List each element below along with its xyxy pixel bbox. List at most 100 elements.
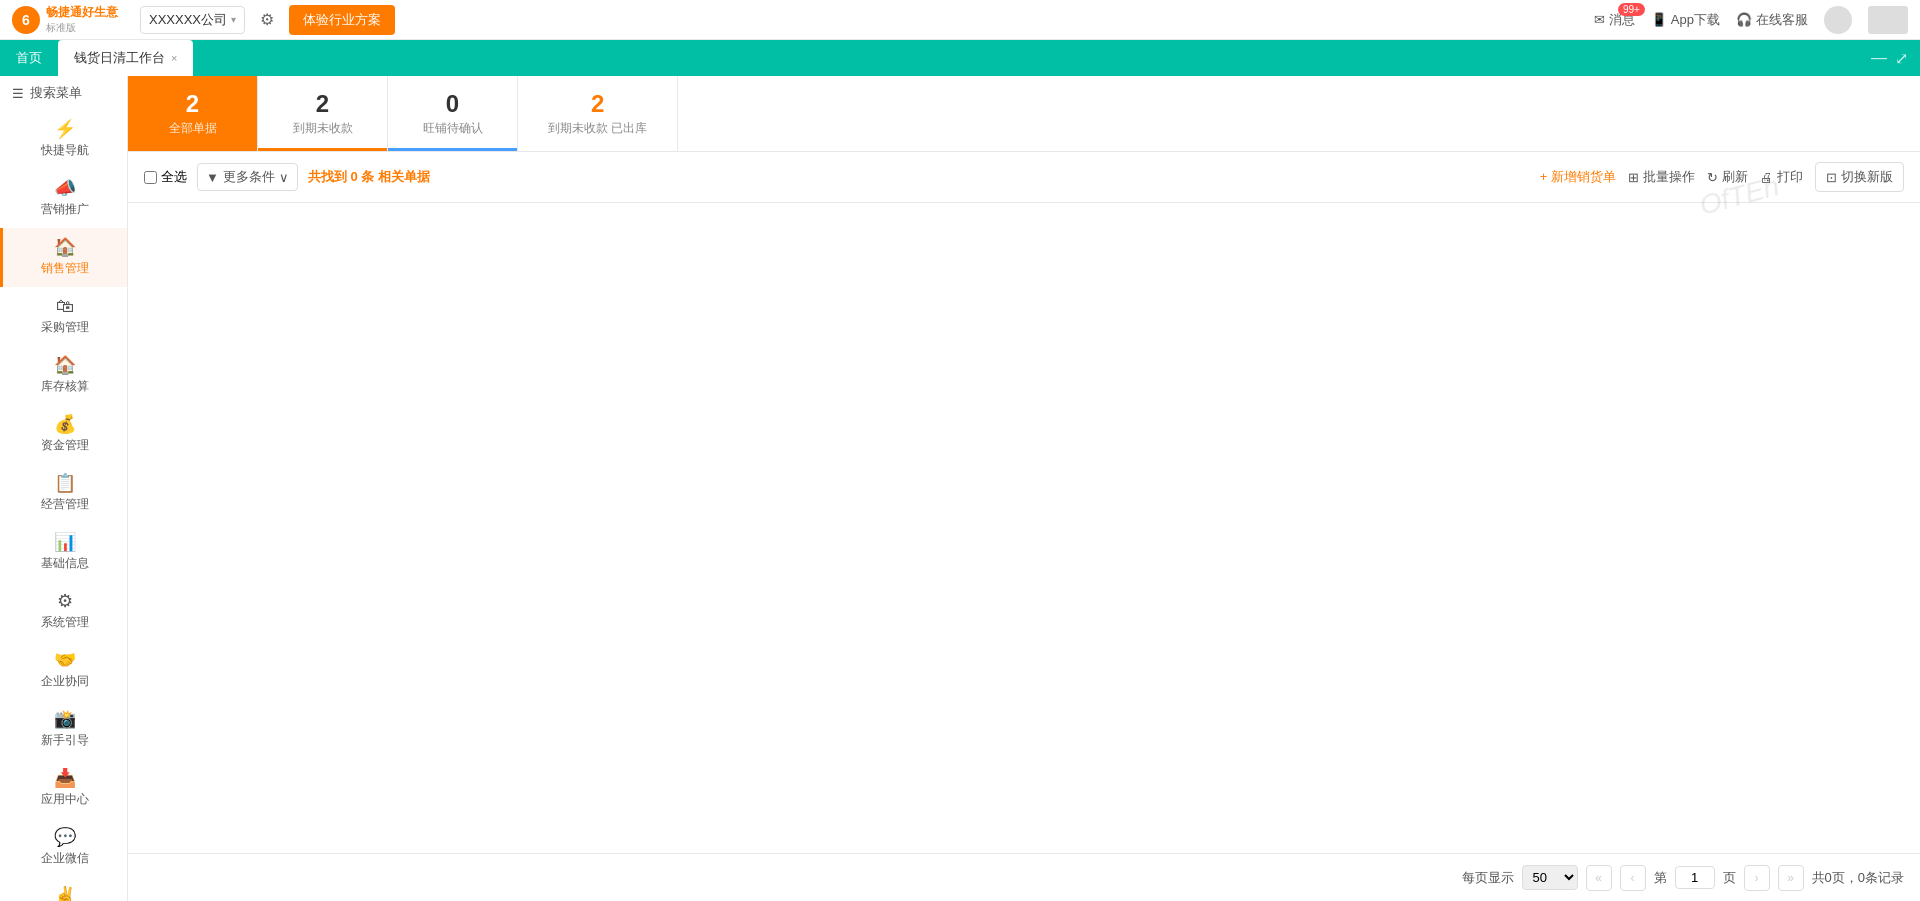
maximize-icon[interactable]: ⤢ [1895,49,1908,68]
stat-card-all[interactable]: 2 全部单据 [128,76,258,151]
headset-icon: 🎧 [1736,12,1752,27]
batch-operation-button[interactable]: ⊞ 批量操作 [1628,168,1695,186]
switch-icon: ⊡ [1826,170,1837,185]
sidebar-item-apps[interactable]: 📥 应用中心 [0,759,127,818]
online-service-button[interactable]: 🎧 在线客服 [1736,11,1808,29]
last-page-button[interactable]: » [1778,865,1804,891]
company-selector[interactable]: XXXXXX公司 ▾ [140,6,245,34]
logo-area: 6 畅捷通好生意 标准版 [12,4,140,35]
user-menu[interactable] [1868,6,1908,34]
tab-home[interactable]: 首页 [0,40,58,76]
basic-info-icon: 📊 [54,533,76,551]
next-page-button[interactable]: › [1744,865,1770,891]
trial-button[interactable]: 体验行业方案 [289,5,395,35]
filter-icon: ▼ [206,170,219,185]
stat-underline-wangpu [388,148,517,151]
chevron-down-icon: ▾ [231,14,236,25]
logo-icon: 6 [12,6,40,34]
settings-icon[interactable]: ⚙ [253,6,281,34]
stat-card-shipped[interactable]: 2 到期未收款 已出库 [518,76,678,151]
message-button[interactable]: ✉ 消息 99+ [1594,11,1635,29]
page-size-select[interactable]: 50 20 100 [1522,865,1578,890]
content-area: 2 全部单据 2 到期未收款 0 旺铺待确认 2 到期未收款 已出库 [128,76,1920,901]
pagination-bar: 每页显示 50 20 100 « ‹ 第 页 › » 共0页，0条记录 [128,853,1920,901]
batch-icon: ⊞ [1628,170,1639,185]
total-text: 共0页，0条记录 [1812,869,1904,887]
purchase-icon: 🛍 [56,297,74,315]
top-header: 6 畅捷通好生意 标准版 XXXXXX公司 ▾ ⚙ 体验行业方案 ✉ 消息 99… [0,0,1920,40]
message-badge: 99+ [1618,3,1645,16]
sidebar-item-sales[interactable]: 🏠 销售管理 [0,228,127,287]
add-order-button[interactable]: + 新增销货单 [1540,168,1616,186]
sales-icon: 🏠 [54,238,76,256]
sidebar-item-cooperation[interactable]: 🤝 企业协同 [0,641,127,700]
stat-card-wangpu[interactable]: 0 旺铺待确认 [388,76,518,151]
finance-icon: 💰 [54,415,76,433]
operations-icon: 📋 [54,474,76,492]
sidebar-item-quick-nav[interactable]: ⚡ 快捷导航 [0,110,127,169]
main-layout: ☰ 搜索菜单 ⚡ 快捷导航 📣 营销推广 🏠 销售管理 🛍 采购管理 🏠 库存核… [0,76,1920,901]
refresh-icon: ↻ [1707,170,1718,185]
search-menu-button[interactable]: ☰ 搜索菜单 [0,76,127,110]
logo-text: 畅捷通好生意 标准版 [46,4,118,35]
quick-nav-icon: ⚡ [54,120,76,138]
sidebar-item-marketing[interactable]: 📣 营销推广 [0,169,127,228]
sidebar: ☰ 搜索菜单 ⚡ 快捷导航 📣 营销推广 🏠 销售管理 🛍 采购管理 🏠 库存核… [0,76,128,901]
member-icon: ✌ [54,887,76,901]
sidebar-item-guide[interactable]: 📸 新手引导 [0,700,127,759]
toolbar-left: 全选 ▼ 更多条件 ∨ 共找到 0 条 相关单据 [144,163,430,191]
toolbar: 全选 ▼ 更多条件 ∨ 共找到 0 条 相关单据 + 新增销货单 [128,152,1920,203]
print-button[interactable]: 🖨 打印 [1760,168,1803,186]
cooperation-icon: 🤝 [54,651,76,669]
sidebar-item-basic-info[interactable]: 📊 基础信息 [0,523,127,582]
inventory-icon: 🏠 [54,356,76,374]
select-all-input[interactable] [144,171,157,184]
search-icon: ☰ [12,86,24,101]
sidebar-item-inventory[interactable]: 🏠 库存核算 [0,346,127,405]
sidebar-item-operations[interactable]: 📋 经营管理 [0,464,127,523]
stat-underline-overdue [258,148,387,151]
nav-tabs: 首页 钱货日清工作台 × — ⤢ [0,40,1920,76]
select-all-checkbox[interactable]: 全选 [144,168,187,186]
stat-label-overdue: 到期未收款 [293,120,353,137]
switch-version-button[interactable]: ⊡ 切换新版 [1815,162,1904,192]
sidebar-item-member[interactable]: ✌ 畅会员 [0,877,127,901]
table-area [128,203,1920,853]
print-icon: 🖨 [1760,170,1773,185]
stat-card-overdue[interactable]: 2 到期未收款 [258,76,388,151]
page-number-input[interactable] [1675,866,1715,889]
stat-label-wangpu: 旺铺待确认 [423,120,483,137]
minimize-icon[interactable]: — [1871,49,1887,67]
first-page-button[interactable]: « [1586,865,1612,891]
prev-page-button[interactable]: ‹ [1620,865,1646,891]
stats-row: 2 全部单据 2 到期未收款 0 旺铺待确认 2 到期未收款 已出库 [128,76,1920,152]
sidebar-item-wechat[interactable]: 💬 企业微信 [0,818,127,877]
guide-icon: 📸 [54,710,76,728]
header-right: ✉ 消息 99+ 📱 App下载 🎧 在线客服 [1594,6,1908,34]
filter-button[interactable]: ▼ 更多条件 ∨ [197,163,298,191]
stat-label-shipped: 到期未收款 已出库 [548,120,647,137]
sidebar-item-purchase[interactable]: 🛍 采购管理 [0,287,127,346]
marketing-icon: 📣 [54,179,76,197]
toolbar-right: + 新增销货单 ⊞ 批量操作 ↻ 刷新 🖨 打印 ⊡ 切换新版 [1540,162,1904,192]
message-icon: ✉ [1594,12,1605,27]
apps-icon: 📥 [54,769,76,787]
stat-num-shipped: 2 [591,90,604,118]
tab-close-icon[interactable]: × [171,52,177,64]
stat-num-all: 2 [186,90,199,118]
avatar[interactable] [1824,6,1852,34]
download-icon: 📱 [1651,12,1667,27]
stat-num-overdue: 2 [316,90,329,118]
sidebar-item-finance[interactable]: 💰 资金管理 [0,405,127,464]
chevron-down-icon: ∨ [279,170,289,185]
tab-actions: — ⤢ [1871,49,1920,68]
app-download-button[interactable]: 📱 App下载 [1651,11,1720,29]
sidebar-item-system[interactable]: ⚙ 系统管理 [0,582,127,641]
stat-underline-all [128,148,257,151]
wechat-icon: 💬 [54,828,76,846]
refresh-button[interactable]: ↻ 刷新 [1707,168,1748,186]
stat-num-wangpu: 0 [446,90,459,118]
count-text: 共找到 0 条 相关单据 [308,168,430,186]
system-icon: ⚙ [57,592,73,610]
tab-workbench[interactable]: 钱货日清工作台 × [58,40,193,76]
